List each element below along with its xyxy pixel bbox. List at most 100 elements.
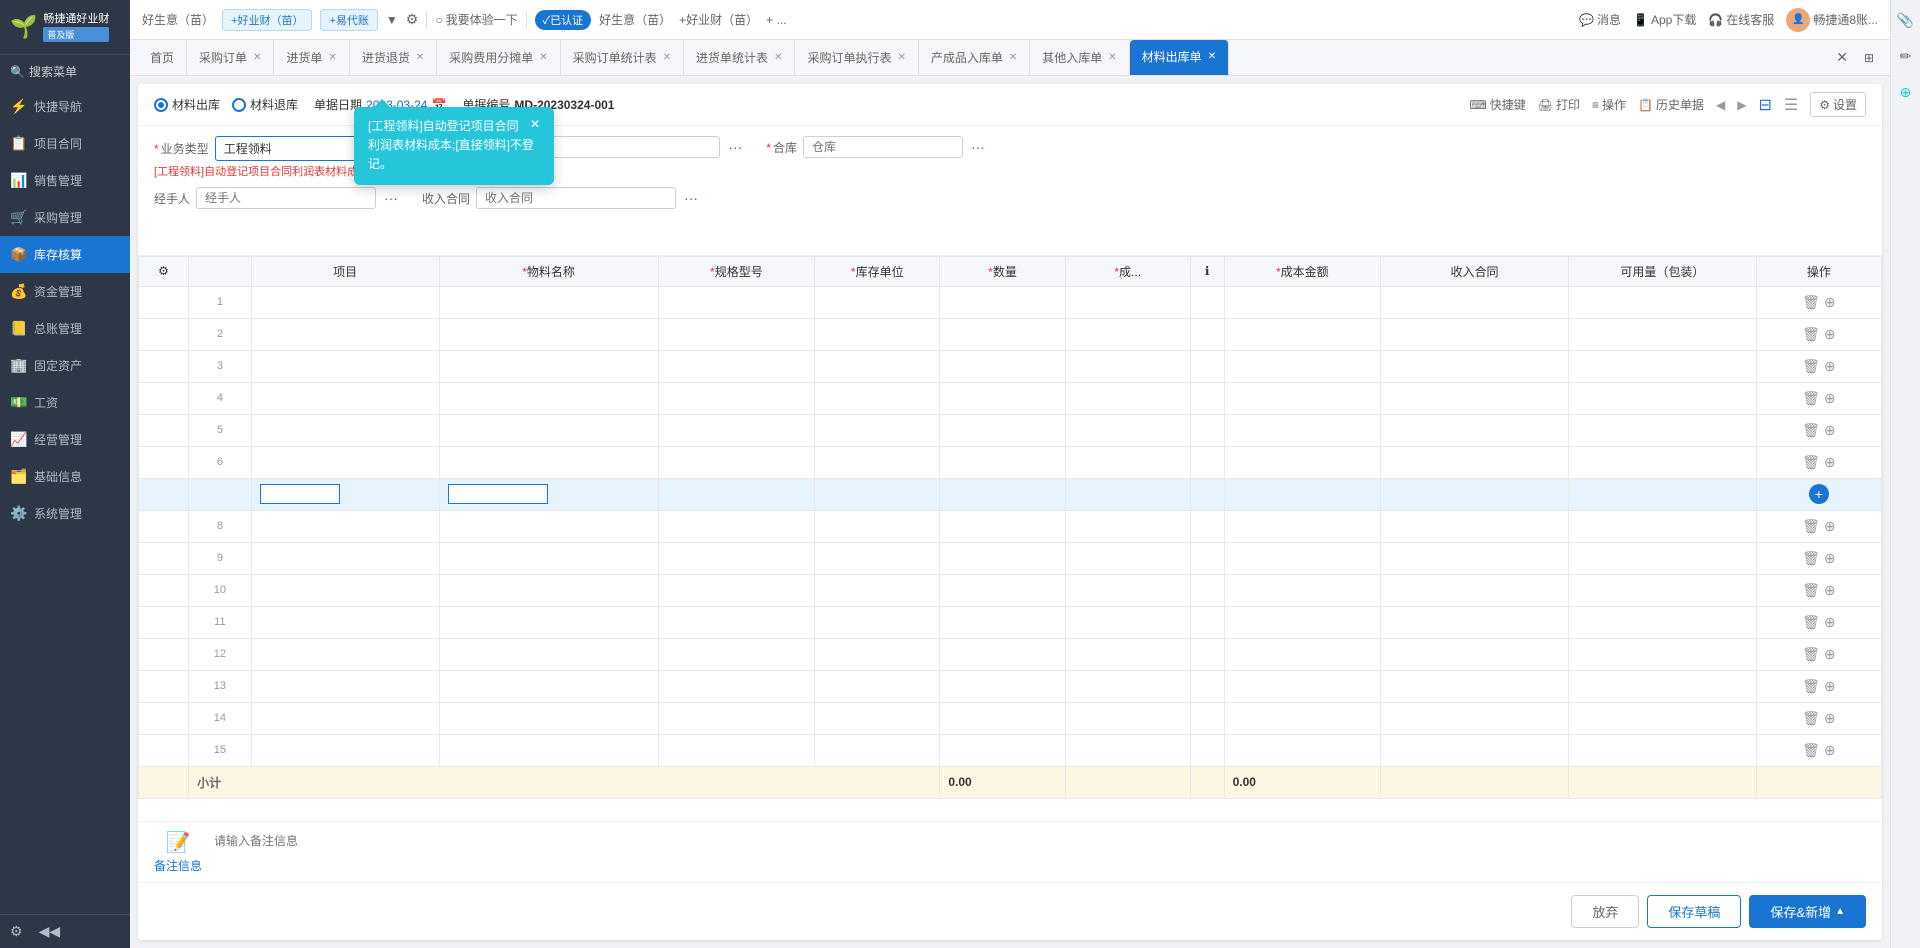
tab-purchase-expense[interactable]: 采购费用分摊单 ✕ bbox=[437, 40, 560, 76]
income-contract-dots-icon[interactable]: ··· bbox=[684, 190, 698, 206]
copy-row-icon[interactable]: ⊕ bbox=[1824, 678, 1836, 695]
topbar-trial[interactable]: ○ 我要体验一下 bbox=[435, 11, 517, 28]
delete-row-icon[interactable]: 🗑 bbox=[1802, 550, 1820, 567]
delete-row-icon[interactable]: 🗑 bbox=[1802, 678, 1820, 695]
shortcut-btn[interactable]: ⌨ 快捷键 bbox=[1469, 96, 1525, 113]
grid-view-icon[interactable]: ⊟ bbox=[1758, 95, 1771, 115]
copy-row-icon[interactable]: ⊕ bbox=[1824, 390, 1836, 407]
radio-material-outbound[interactable]: 材料出库 bbox=[154, 96, 220, 113]
topbar-link-2[interactable]: 好生意（苗） bbox=[599, 11, 671, 28]
copy-row-icon[interactable]: ⊕ bbox=[1824, 358, 1836, 375]
topbar-settings-icon[interactable]: ⚙ bbox=[406, 11, 419, 28]
delete-row-icon[interactable]: 🗑 bbox=[1802, 390, 1820, 407]
delete-row-icon[interactable]: 🗑 bbox=[1802, 742, 1820, 759]
sidebar-item-system[interactable]: ⚙️ 系统管理 bbox=[0, 495, 130, 532]
collapse-icon[interactable]: ◀◀ bbox=[39, 923, 61, 940]
row-project-input[interactable] bbox=[260, 484, 340, 504]
save-new-button[interactable]: 保存&新增 ▲ bbox=[1749, 895, 1866, 928]
sidebar-item-assets[interactable]: 🏢 固定资产 bbox=[0, 347, 130, 384]
delete-row-icon[interactable]: 🗑 bbox=[1802, 422, 1820, 439]
tab-close-icon[interactable]: ✕ bbox=[1009, 52, 1017, 63]
copy-row-icon[interactable]: ⊕ bbox=[1824, 710, 1836, 727]
print-btn[interactable]: 🖨 打印 bbox=[1538, 96, 1580, 113]
tab-inbound-return[interactable]: 进货退货 ✕ bbox=[350, 40, 437, 76]
row-material[interactable] bbox=[439, 478, 658, 510]
tab-close-icon[interactable]: ✕ bbox=[774, 52, 782, 63]
col-info[interactable]: ℹ bbox=[1190, 256, 1224, 286]
copy-row-icon[interactable]: ⊕ bbox=[1824, 614, 1836, 631]
tooltip-close-btn[interactable]: ✕ bbox=[530, 115, 540, 134]
app-download-btn[interactable]: 📱 App下载 bbox=[1633, 11, 1696, 28]
settings-btn[interactable]: ⚙ 设置 bbox=[1810, 92, 1866, 117]
delete-row-icon[interactable]: 🗑 bbox=[1802, 518, 1820, 535]
copy-row-icon[interactable]: ⊕ bbox=[1824, 646, 1836, 663]
copy-row-icon[interactable]: ⊕ bbox=[1824, 550, 1836, 567]
warehouse-dots-icon[interactable]: ··· bbox=[971, 139, 985, 155]
sidebar-item-operations[interactable]: 📈 经营管理 bbox=[0, 421, 130, 458]
operations-btn[interactable]: ≡ 操作 bbox=[1592, 96, 1626, 113]
topbar-plus-2[interactable]: +易代账 bbox=[320, 9, 377, 31]
delete-row-icon[interactable]: 🗑 bbox=[1802, 614, 1820, 631]
tab-close-icon[interactable]: ✕ bbox=[897, 52, 905, 63]
right-sidebar-icon-3[interactable]: ⊕ bbox=[1894, 80, 1918, 104]
tab-close-icon[interactable]: ✕ bbox=[1208, 51, 1216, 62]
tab-inbound[interactable]: 进货单 ✕ bbox=[274, 40, 349, 76]
topbar-link-1[interactable]: 好生意（苗） bbox=[142, 11, 214, 28]
copy-row-icon[interactable]: ⊕ bbox=[1824, 422, 1836, 439]
tab-close-icon[interactable]: ✕ bbox=[663, 52, 671, 63]
discard-button[interactable]: 放弃 bbox=[1571, 895, 1639, 928]
online-service-btn[interactable]: 🎧 在线客服 bbox=[1708, 11, 1774, 28]
tab-finished-inbound[interactable]: 产成品入库单 ✕ bbox=[919, 40, 1030, 76]
list-view-icon[interactable]: ☰ bbox=[1784, 95, 1798, 115]
tab-close-icon[interactable]: ✕ bbox=[253, 52, 261, 63]
sidebar-item-purchase[interactable]: 🛒 采购管理 bbox=[0, 199, 130, 236]
tab-material-outbound[interactable]: 材料出库单 ✕ bbox=[1130, 40, 1229, 76]
copy-row-icon[interactable]: ⊕ bbox=[1824, 454, 1836, 471]
message-btn[interactable]: 💬 消息 bbox=[1579, 11, 1621, 28]
row-material-input[interactable] bbox=[448, 484, 548, 504]
history-btn[interactable]: 📋 历史单据 bbox=[1638, 96, 1704, 113]
sidebar-item-sales[interactable]: 📊 销售管理 bbox=[0, 162, 130, 199]
tab-close-icon[interactable]: ✕ bbox=[539, 52, 547, 63]
tab-bar-close-btn[interactable]: ✕ bbox=[1828, 45, 1856, 70]
add-row-btn[interactable]: + bbox=[1809, 484, 1829, 504]
delete-row-icon[interactable]: 🗑 bbox=[1802, 710, 1820, 727]
tab-other-inbound[interactable]: 其他入库单 ✕ bbox=[1030, 40, 1129, 76]
income-contract-input[interactable] bbox=[476, 187, 676, 209]
handler-dots-icon[interactable]: ··· bbox=[384, 190, 398, 206]
right-sidebar-icon-2[interactable]: ✏ bbox=[1894, 44, 1918, 68]
sidebar-search[interactable]: 🔍 搜索菜单 bbox=[0, 55, 130, 88]
remarks-input[interactable] bbox=[210, 830, 1866, 852]
next-icon[interactable]: ▶ bbox=[1737, 98, 1746, 112]
sidebar-item-project[interactable]: 📋 项目合同 bbox=[0, 125, 130, 162]
handler-input[interactable] bbox=[196, 187, 376, 209]
right-sidebar-icon-1[interactable]: 📎 bbox=[1894, 8, 1918, 32]
warehouse-input[interactable] bbox=[803, 136, 963, 158]
tab-close-icon[interactable]: ✕ bbox=[328, 52, 336, 63]
sidebar-item-accounting[interactable]: 📒 总账管理 bbox=[0, 310, 130, 347]
delete-row-icon[interactable]: 🗑 bbox=[1802, 326, 1820, 343]
user-profile[interactable]: 👤 畅捷通8账... bbox=[1786, 8, 1878, 32]
delete-row-icon[interactable]: 🗑 bbox=[1802, 454, 1820, 471]
project-dots-icon[interactable]: ··· bbox=[728, 139, 742, 155]
prev-icon[interactable]: ◀ bbox=[1716, 98, 1725, 112]
radio-material-return[interactable]: 材料退库 bbox=[232, 96, 298, 113]
save-draft-button[interactable]: 保存草稿 bbox=[1647, 895, 1741, 928]
delete-row-icon[interactable]: 🗑 bbox=[1802, 646, 1820, 663]
sidebar-item-quicknav[interactable]: ⚡ 快捷导航 bbox=[0, 88, 130, 125]
table-area[interactable]: ⚙ 项目 *物料名称 *规格型号 *库存单位 *数量 *成... ℹ *成本金额… bbox=[138, 256, 1882, 821]
settings-icon[interactable]: ⚙ bbox=[10, 923, 23, 940]
topbar-link-3[interactable]: +好业财（苗） bbox=[679, 11, 758, 28]
tab-inbound-stats[interactable]: 进货单统计表 ✕ bbox=[684, 40, 795, 76]
col-settings[interactable]: ⚙ bbox=[139, 256, 189, 286]
sidebar-item-payroll[interactable]: 💵 工资 bbox=[0, 384, 130, 421]
topbar-plus-1[interactable]: +好业财（苗） bbox=[222, 9, 312, 31]
copy-row-icon[interactable]: ⊕ bbox=[1824, 582, 1836, 599]
tab-bar-layout-btn[interactable]: ⊞ bbox=[1856, 47, 1882, 69]
tab-home[interactable]: 首页 bbox=[138, 40, 187, 76]
copy-row-icon[interactable]: ⊕ bbox=[1824, 518, 1836, 535]
sidebar-item-inventory[interactable]: 📦 库存核算 bbox=[0, 236, 130, 273]
row-project[interactable] bbox=[251, 478, 439, 510]
sidebar-item-basic[interactable]: 🗂️ 基础信息 bbox=[0, 458, 130, 495]
tab-purchase-stats[interactable]: 采购订单统计表 ✕ bbox=[561, 40, 684, 76]
